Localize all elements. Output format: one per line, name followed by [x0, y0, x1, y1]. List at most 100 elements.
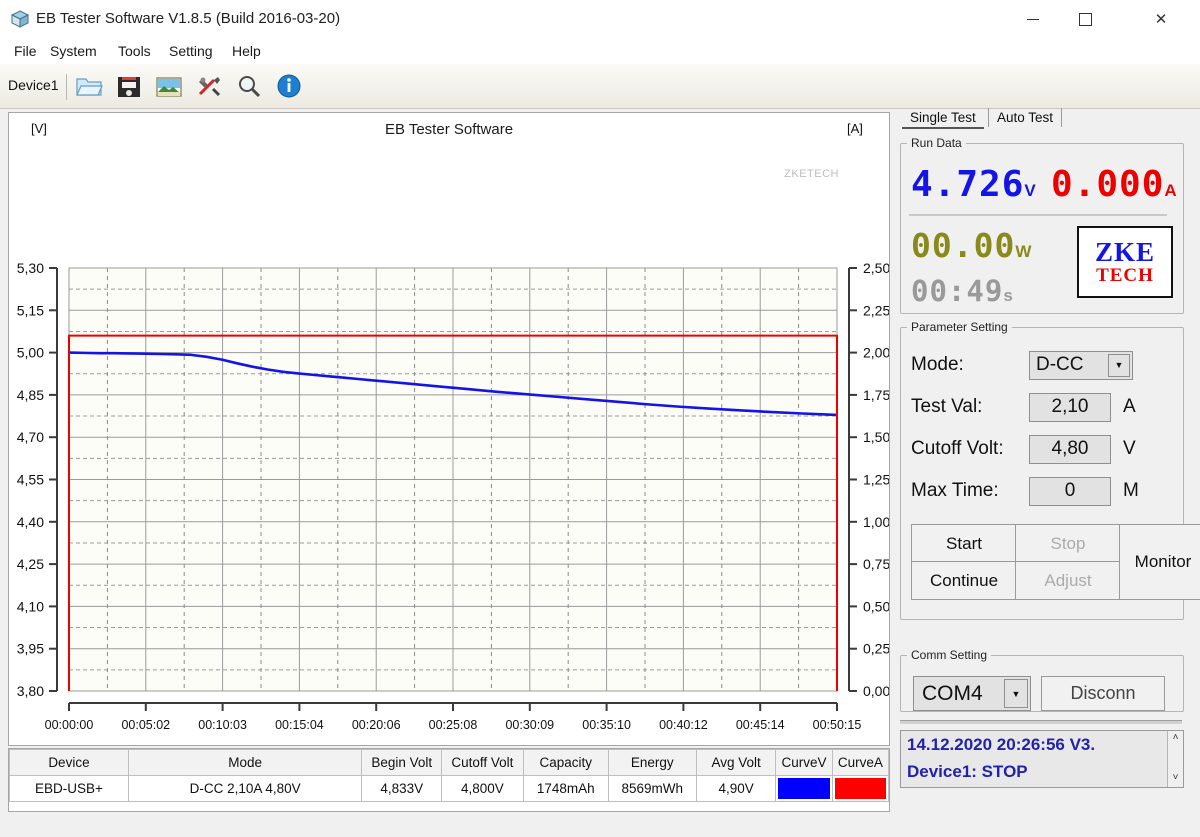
svg-text:00:25:08: 00:25:08 — [429, 718, 478, 732]
log-divider — [900, 720, 1182, 724]
table-cell-mode: D-CC 2,10A 4,80V — [127, 775, 363, 802]
test-val-label: Test Val: — [911, 396, 983, 417]
svg-text:1,50: 1,50 — [863, 429, 889, 445]
svg-text:4,25: 4,25 — [17, 556, 44, 572]
com-port-select[interactable]: COM4 ▼ — [913, 676, 1031, 711]
menu-item-help[interactable]: Help — [226, 41, 267, 61]
menu-item-file[interactable]: File — [8, 41, 43, 61]
tab-single-test[interactable]: Single Test — [902, 108, 984, 129]
max-time-unit: M — [1123, 480, 1139, 501]
stop-button: Stop — [1015, 524, 1121, 563]
table-header-mode[interactable]: Mode — [127, 749, 363, 776]
table-header-device[interactable]: Device — [9, 749, 129, 776]
tab-auto-test[interactable]: Auto Test — [988, 108, 1063, 127]
svg-text:4,40: 4,40 — [17, 514, 44, 530]
minimize-button[interactable] — [1010, 0, 1056, 38]
svg-text:00:00:00: 00:00:00 — [45, 718, 94, 732]
mode-label: Mode: — [911, 354, 964, 375]
svg-text:3,80: 3,80 — [17, 683, 44, 699]
menu-item-system[interactable]: System — [44, 41, 103, 61]
table-header-curvea[interactable]: CurveA — [831, 749, 890, 776]
svg-text:0,75: 0,75 — [863, 556, 889, 572]
svg-text:4,10: 4,10 — [17, 598, 44, 614]
svg-text:2,00: 2,00 — [863, 345, 889, 361]
svg-text:2,25: 2,25 — [863, 302, 889, 318]
chart-plot-area[interactable]: 5,30 5,15 5,00 4,85 4,70 4,55 4,40 4,25 4,10 3,95… — [9, 113, 889, 745]
zketech-logo: ZKE TECH — [1077, 226, 1173, 298]
svg-text:00:15:04: 00:15:04 — [275, 718, 324, 732]
parameter-setting-legend: Parameter Setting — [911, 320, 1008, 334]
param-row-max-time: Max Time: 0 M — [911, 472, 1173, 510]
svg-text:4,70: 4,70 — [17, 429, 44, 445]
parameter-setting-group: Parameter Setting Mode: D-CC ▼ Test Val:… — [900, 320, 1200, 620]
svg-text:00:30:09: 00:30:09 — [505, 718, 554, 732]
application-window: EB Tester Software V1.8.5 (Build 2016-03… — [0, 0, 1200, 837]
save-floppy-icon[interactable] — [114, 73, 144, 100]
disconnect-button[interactable]: Disconn — [1041, 676, 1165, 711]
power-unit: W — [1015, 242, 1033, 261]
status-log[interactable]: 14.12.2020 20:26:56 V3. Device1: STOP ˄ … — [900, 730, 1184, 788]
continue-button[interactable]: Continue — [911, 561, 1017, 600]
table-cell-curvea — [831, 775, 890, 802]
table-header-begin-volt[interactable]: Begin Volt — [361, 749, 443, 776]
table-header-energy[interactable]: Energy — [607, 749, 697, 776]
title-bar: EB Tester Software V1.8.5 (Build 2016-03… — [0, 0, 1200, 38]
close-button[interactable]: ✕ — [1138, 0, 1184, 38]
table-body: EBD-USB+ D-CC 2,10A 4,80V 4,833V 4,800V 1748… — [9, 775, 890, 802]
scroll-up-icon[interactable]: ˄ — [1168, 732, 1183, 746]
results-table: Device Mode Begin Volt Cutoff Volt Capacity E… — [9, 749, 890, 802]
table-cell-cutoff-volt: 4,800V — [441, 775, 524, 802]
elapsed-time-readout: 00:49s — [911, 274, 1014, 308]
tools-icon[interactable] — [194, 73, 224, 100]
svg-text:1,00: 1,00 — [863, 514, 889, 530]
table-header-cutoff-volt[interactable]: Cutoff Volt — [441, 749, 524, 776]
info-icon[interactable] — [274, 73, 304, 100]
svg-text:1,75: 1,75 — [863, 387, 889, 403]
svg-text:0,25: 0,25 — [863, 641, 889, 657]
svg-text:00:05:02: 00:05:02 — [121, 718, 170, 732]
voltage-readout: 4.726V — [911, 164, 1037, 205]
mode-select[interactable]: D-CC ▼ — [1029, 350, 1133, 380]
log-scrollbar[interactable]: ˄ ˅ — [1167, 731, 1183, 787]
param-row-mode: Mode: D-CC ▼ — [911, 346, 1173, 384]
comm-setting-legend: Comm Setting — [911, 648, 988, 662]
current-readout: 0.000A — [1051, 164, 1178, 205]
run-data-legend: Run Data — [911, 136, 962, 150]
svg-text:00:45:14: 00:45:14 — [736, 718, 785, 732]
menu-item-tools[interactable]: Tools — [112, 41, 157, 61]
run-data-group: Run Data 4.726V 0.000A 00.00W 00:49s ZKE… — [900, 136, 1184, 314]
voltage-unit: V — [1024, 181, 1037, 200]
svg-text:5,30: 5,30 — [17, 260, 44, 276]
image-export-icon[interactable] — [154, 73, 184, 100]
table-header-avg-volt[interactable]: Avg Volt — [695, 749, 777, 776]
table-cell-curvev — [775, 775, 833, 802]
table-row[interactable]: EBD-USB+ D-CC 2,10A 4,80V 4,833V 4,800V 1748… — [9, 775, 890, 802]
adjust-button: Adjust — [1015, 561, 1121, 600]
svg-text:00:40:12: 00:40:12 — [659, 718, 708, 732]
chevron-down-icon[interactable]: ▼ — [1108, 353, 1130, 377]
max-time-input[interactable]: 0 — [1029, 476, 1111, 506]
control-buttons: Start Stop Continue Adjust Monitor — [911, 524, 1200, 600]
cutoff-volt-input[interactable]: 4,80 — [1029, 434, 1111, 464]
svg-text:00:10:03: 00:10:03 — [198, 718, 247, 732]
test-val-input[interactable]: 2,10 — [1029, 392, 1111, 422]
maximize-button[interactable] — [1062, 0, 1108, 38]
zoom-search-icon[interactable] — [234, 73, 264, 100]
monitor-button[interactable]: Monitor — [1119, 524, 1200, 600]
start-button[interactable]: Start — [911, 524, 1017, 563]
svg-text:1,25: 1,25 — [863, 472, 889, 488]
table-cell-device: EBD-USB+ — [9, 775, 129, 802]
power-readout: 00.00W — [911, 226, 1033, 265]
table-header-capacity[interactable]: Capacity — [522, 749, 609, 776]
open-folder-icon[interactable] — [74, 73, 104, 100]
chevron-down-icon[interactable]: ▼ — [1004, 679, 1028, 708]
menu-item-setting[interactable]: Setting — [163, 41, 219, 61]
scroll-down-icon[interactable]: ˅ — [1168, 772, 1183, 786]
svg-text:5,15: 5,15 — [17, 302, 44, 318]
table-header-curvev[interactable]: CurveV — [775, 749, 833, 776]
svg-text:00:35:10: 00:35:10 — [582, 718, 631, 732]
curve-color-swatch — [834, 778, 886, 799]
cube-icon — [10, 10, 30, 28]
svg-text:0,00: 0,00 — [863, 683, 889, 699]
time-unit: s — [1003, 286, 1014, 305]
